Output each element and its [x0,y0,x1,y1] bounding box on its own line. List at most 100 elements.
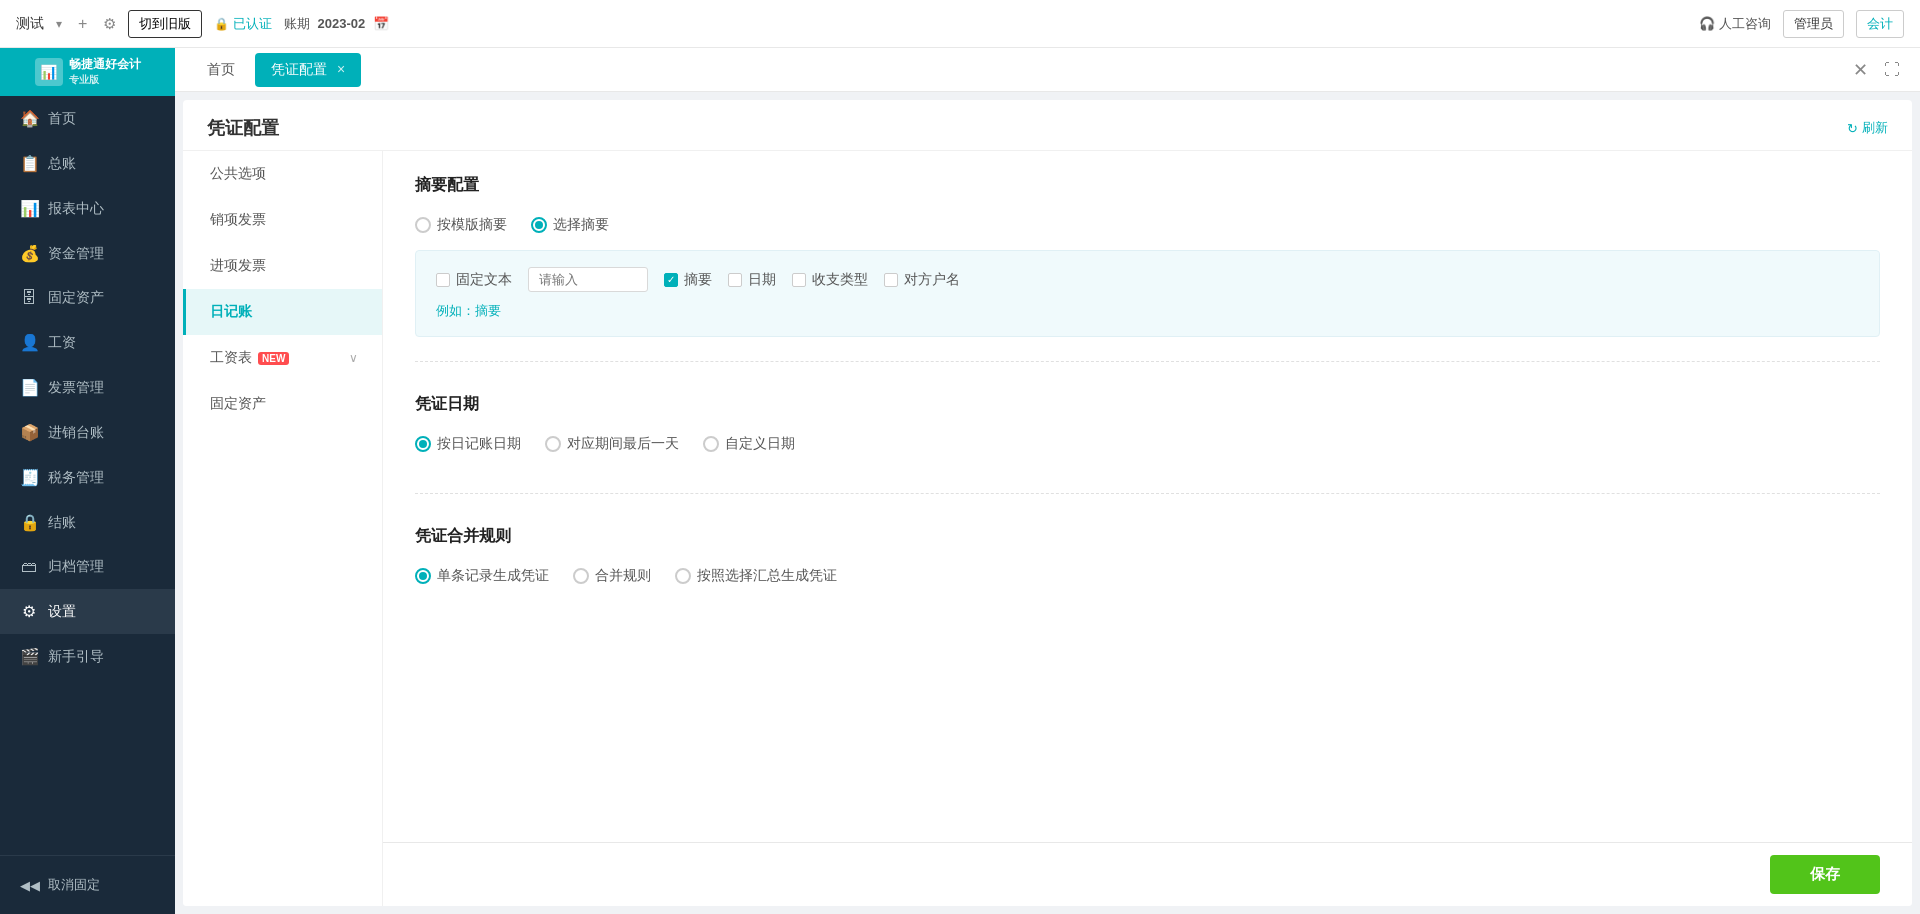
settings-sidebar-icon: ⚙ [20,602,38,621]
sidebar-scroll: 🏠 首页 📋 总账 📊 报表中心 💰 资金管理 🗄 固定资产 👤 工资 [0,96,175,855]
tab-bar: 首页 凭证配置 × ✕ ⛶ [175,48,1920,92]
checkbox-fixed-text[interactable]: 固定文本 [436,271,512,289]
summary-section: 摘要配置 按模版摘要 选择摘要 [415,175,1880,362]
date-radio-diary[interactable]: 按日记账日期 [415,435,521,453]
checkbox-box-fixed-text [436,273,450,287]
sidebar-item-archive[interactable]: 🗃 归档管理 [0,545,175,589]
sidebar-item-invoice[interactable]: 📄 发票管理 [0,365,175,410]
save-button[interactable]: 保存 [1770,855,1880,894]
left-nav-diary[interactable]: 日记账 [183,289,382,335]
tab-voucher-label: 凭证配置 [271,61,327,77]
sidebar-item-guide[interactable]: 🎬 新手引导 [0,634,175,679]
checkbox-summary[interactable]: ✓ 摘要 [664,271,712,289]
archive-icon: 🗃 [20,558,38,576]
pin-icon: ◀◀ [20,878,40,893]
date-section: 凭证日期 按日记账日期 对应期间最后一天 [415,394,1880,494]
payroll-label-group: 工资表 NEW [210,349,289,367]
date-section-title: 凭证日期 [415,394,1880,415]
left-nav-payroll[interactable]: 工资表 NEW ∨ [183,335,382,381]
sidebar-item-reports[interactable]: 📊 报表中心 [0,186,175,231]
topbar: 测试 ▾ + ⚙ 切到旧版 已认证 账期 2023-02 📅 🎧 人工咨询 管理… [0,0,1920,48]
sidebar-item-ledger[interactable]: 📋 总账 [0,141,175,186]
reports-icon: 📊 [20,199,38,218]
left-nav-purchase-invoice[interactable]: 进项发票 [183,243,382,289]
manager-button[interactable]: 管理员 [1783,10,1844,38]
radio-circle-template [415,217,431,233]
merge-radio-group: 单条记录生成凭证 合并规则 按照选择汇总生成凭证 [415,567,1880,585]
sidebar-label-archive: 归档管理 [48,558,104,576]
settings-icon[interactable]: ⚙ [103,15,116,33]
left-nav-public[interactable]: 公共选项 [183,151,382,197]
tab-close-icon[interactable]: × [337,61,345,77]
ledger-icon: 📋 [20,154,38,173]
sidebar-item-settings[interactable]: ⚙ 设置 [0,589,175,634]
switch-old-button[interactable]: 切到旧版 [128,10,202,38]
chevron-down-icon: ∨ [349,351,358,365]
checkbox-area: 固定文本 ✓ 摘要 日期 [415,250,1880,337]
tab-bar-close-button[interactable]: ✕ [1849,55,1872,85]
sidebar-item-funds[interactable]: 💰 资金管理 [0,231,175,276]
inner-layout: 公共选项 销项发票 进项发票 日记账 工资表 [183,151,1912,906]
checkbox-pay-type[interactable]: 收支类型 [792,271,868,289]
project-dropdown-icon[interactable]: ▾ [56,17,62,31]
merge-section: 凭证合并规则 单条记录生成凭证 合并规则 [415,526,1880,625]
accountant-button[interactable]: 会计 [1856,10,1904,38]
headset-icon: 🎧 [1699,16,1715,31]
checkbox-box-summary: ✓ [664,273,678,287]
guide-icon: 🎬 [20,647,38,666]
fixed-text-input[interactable] [528,267,648,292]
tab-home-label: 首页 [207,61,235,77]
add-icon[interactable]: + [74,15,91,33]
date-radio-period-last[interactable]: 对应期间最后一天 [545,435,679,453]
merge-radio-rule[interactable]: 合并规则 [573,567,651,585]
tab-home[interactable]: 首页 [191,53,251,87]
verified-badge: 已认证 [214,15,272,33]
main-layout: 📊 畅捷通好会计 专业版 🏠 首页 📋 总账 📊 报表中心 💰 资金管理 [0,48,1920,914]
radio-circle-rule [573,568,589,584]
left-nav-sales-invoice[interactable]: 销项发票 [183,197,382,243]
sidebar-logo: 📊 畅捷通好会计 专业版 [0,48,175,96]
sidebar-item-sales[interactable]: 📦 进销台账 [0,410,175,455]
checkbox-date[interactable]: 日期 [728,271,776,289]
checkbox-box-pay-type [792,273,806,287]
sidebar-pin-button[interactable]: ◀◀ 取消固定 [0,866,175,904]
sidebar-item-assets[interactable]: 🗄 固定资产 [0,276,175,320]
tab-voucher-config[interactable]: 凭证配置 × [255,53,361,87]
checkbox-counterparty[interactable]: 对方户名 [884,271,960,289]
sidebar-label-reports: 报表中心 [48,200,104,218]
sales-icon: 📦 [20,423,38,442]
summary-radio-template[interactable]: 按模版摘要 [415,216,507,234]
close-period-icon: 🔒 [20,513,38,532]
consultant-button[interactable]: 🎧 人工咨询 [1699,15,1771,33]
checkbox-box-date [728,273,742,287]
home-icon: 🏠 [20,109,38,128]
sidebar-item-salary[interactable]: 👤 工资 [0,320,175,365]
sidebar-label-guide: 新手引导 [48,648,104,666]
example-text: 例如：摘要 [436,302,1859,320]
verified-label: 已认证 [233,15,272,33]
merge-radio-single[interactable]: 单条记录生成凭证 [415,567,549,585]
radio-circle-select [531,217,547,233]
date-radio-group: 按日记账日期 对应期间最后一天 自定义日期 [415,435,1880,453]
sidebar-bottom: ◀◀ 取消固定 [0,855,175,914]
left-nav-fixed-assets[interactable]: 固定资产 [183,381,382,427]
sidebar-label-assets: 固定资产 [48,289,104,307]
refresh-button[interactable]: ↻ 刷新 [1847,119,1888,137]
checkbox-box-counterparty [884,273,898,287]
merge-radio-select[interactable]: 按照选择汇总生成凭证 [675,567,837,585]
sidebar-item-close[interactable]: 🔒 结账 [0,500,175,545]
date-radio-custom[interactable]: 自定义日期 [703,435,795,453]
summary-radio-select[interactable]: 选择摘要 [531,216,609,234]
project-name: 测试 [16,15,44,33]
page-content: 凭证配置 ↻ 刷新 公共选项 销项发票 进项发票 [183,100,1912,906]
content-area: 首页 凭证配置 × ✕ ⛶ 凭证配置 ↻ 刷新 [175,48,1920,914]
calendar-icon[interactable]: 📅 [373,16,389,31]
sidebar-label-settings: 设置 [48,603,76,621]
right-content: 摘要配置 按模版摘要 选择摘要 [383,151,1912,842]
tab-bar-expand-button[interactable]: ⛶ [1880,57,1904,83]
sidebar-item-home[interactable]: 🏠 首页 [0,96,175,141]
sidebar-label-ledger: 总账 [48,155,76,173]
sidebar-item-tax[interactable]: 🧾 税务管理 [0,455,175,500]
period-label: 账期 2023-02 📅 [284,15,388,33]
funds-icon: 💰 [20,244,38,263]
